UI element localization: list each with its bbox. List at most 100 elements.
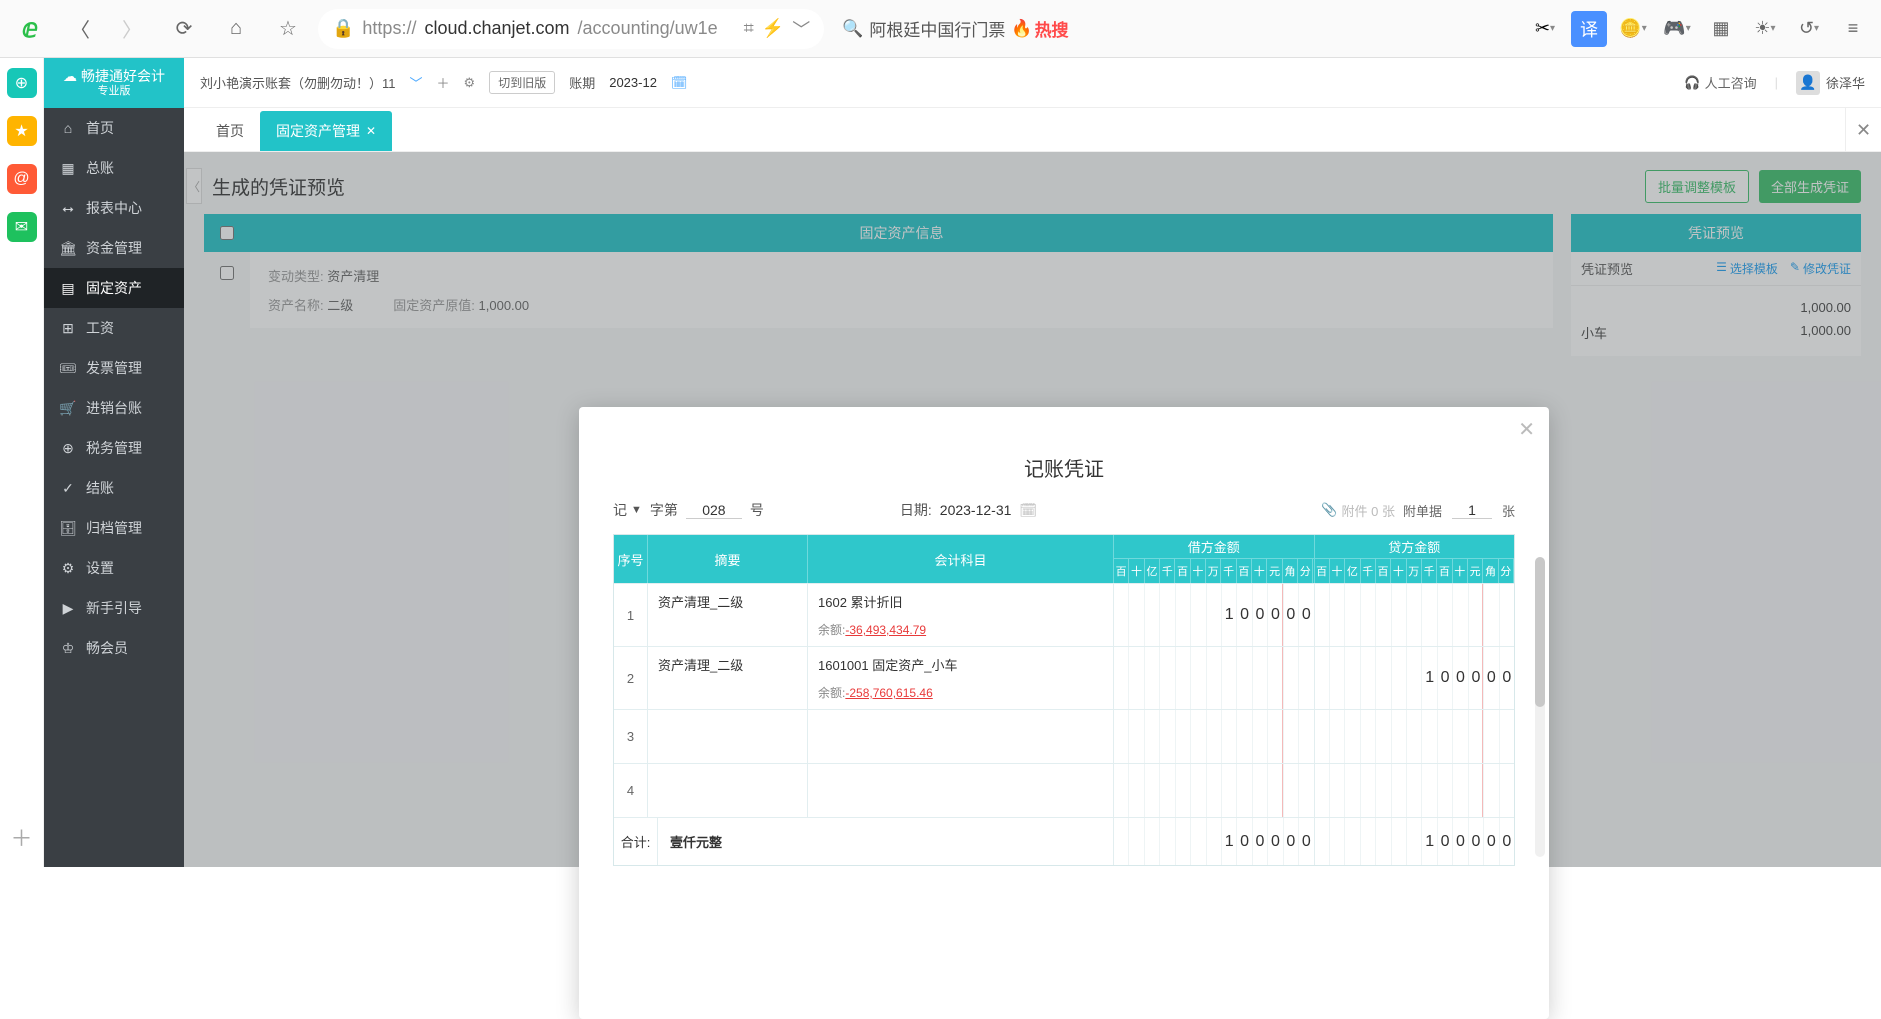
nav-item-结账[interactable]: ✓结账	[44, 468, 184, 508]
wallet-icon[interactable]: 🪙▾	[1615, 11, 1651, 47]
summary-cell[interactable]: 资产清理_二级	[648, 584, 808, 646]
nav-item-设置[interactable]: ⚙设置	[44, 548, 184, 588]
credit-cell[interactable]	[1315, 764, 1515, 817]
scissors-icon[interactable]: ✂▾	[1527, 11, 1563, 47]
history-icon[interactable]: ↺▾	[1791, 11, 1827, 47]
voucher-row[interactable]: 3	[614, 709, 1514, 763]
attachment-link[interactable]: 📎附件 0 张	[1321, 501, 1395, 520]
os-tile-3[interactable]: @	[7, 164, 37, 194]
os-tile-4[interactable]: ✉	[7, 212, 37, 242]
summary-cell[interactable]	[648, 764, 808, 817]
tab-close-icon[interactable]: ✕	[366, 124, 376, 138]
tab-bar: 首页 固定资产管理 ✕ ✕	[184, 108, 1881, 152]
nav-item-首页[interactable]: ⌂首页	[44, 108, 184, 148]
reload-button[interactable]: ⟳	[162, 7, 206, 51]
credit-cell[interactable]	[1315, 710, 1515, 763]
nav-item-发票管理[interactable]: 🎟发票管理	[44, 348, 184, 388]
voucher-table: 序号 摘要 会计科目 借方金额 百十亿千百十万千百十元角分 贷方金额 百十亿千百…	[613, 534, 1515, 866]
subject-cell[interactable]	[808, 710, 1114, 763]
os-add-button[interactable]: ＋	[10, 821, 32, 867]
home-button[interactable]: ⌂	[214, 7, 258, 51]
nav-item-归档管理[interactable]: 🗄归档管理	[44, 508, 184, 548]
debit-cell[interactable]	[1114, 710, 1315, 763]
nav-item-工资[interactable]: ⊞工资	[44, 308, 184, 348]
nav-label: 税务管理	[86, 438, 142, 458]
headset-icon: 🎧	[1684, 75, 1700, 91]
voucher-row[interactable]: 1资产清理_二级1602 累计折旧余额:-36,493,434.79100000	[614, 583, 1514, 646]
consult-link[interactable]: 🎧人工咨询	[1684, 73, 1756, 92]
debit-cell[interactable]: 100000	[1114, 584, 1315, 646]
summary-cell[interactable]: 资产清理_二级	[648, 647, 808, 709]
user-avatar[interactable]: 👤	[1796, 71, 1820, 95]
qr-icon[interactable]: ⌗	[744, 18, 754, 39]
url-path: /accounting/uw1e	[578, 18, 718, 39]
nav-label: 总账	[86, 158, 114, 178]
summary-cell[interactable]	[648, 710, 808, 763]
nav-label: 设置	[86, 558, 114, 578]
voucher-row[interactable]: 2资产清理_二级1601001 固定资产_小车余额:-258,760,615.4…	[614, 646, 1514, 709]
url-dropdown-icon[interactable]: ﹀	[792, 16, 810, 42]
nav-item-总账[interactable]: ▦总账	[44, 148, 184, 188]
nav-item-畅会员[interactable]: ♔畅会员	[44, 628, 184, 668]
subject-cell[interactable]	[808, 764, 1114, 817]
switch-old-button[interactable]: 切到旧版	[489, 71, 555, 94]
debit-header: 借方金额 百十亿千百十万千百十元角分	[1114, 535, 1315, 583]
scrollbar-thumb[interactable]	[1535, 557, 1545, 707]
forward-button[interactable]: 〉	[110, 7, 154, 51]
dataset-name[interactable]: 刘小艳演示账套（勿删勿动！）11	[200, 73, 396, 92]
os-tile-1[interactable]: ⊕	[7, 68, 37, 98]
modal-scrollbar[interactable]	[1535, 557, 1545, 857]
dataset-add-icon[interactable]: ＋	[437, 73, 450, 92]
os-tile-2[interactable]: ★	[7, 116, 37, 146]
app-logo[interactable]: ☁畅捷通好会计 专业版	[44, 58, 184, 108]
tab-fixed-assets[interactable]: 固定资产管理 ✕	[260, 111, 392, 151]
calendar-icon[interactable]: 🗓	[671, 75, 688, 91]
bookmark-button[interactable]: ☆	[266, 7, 310, 51]
app-header: 刘小艳演示账套（勿删勿动！）11 ﹀ ＋ ⚙ 切到旧版 账期 2023-12 🗓…	[184, 58, 1881, 108]
tabs-close-all[interactable]: ✕	[1845, 108, 1881, 152]
nav-item-进销台账[interactable]: 🛒进销台账	[44, 388, 184, 428]
credit-cell[interactable]	[1315, 584, 1515, 646]
browser-brand-icon: ⅇ	[10, 13, 50, 44]
period-value[interactable]: 2023-12	[609, 75, 657, 90]
calendar-icon[interactable]: 🗓	[1019, 502, 1037, 519]
user-name[interactable]: 徐泽华	[1826, 73, 1865, 92]
nav-item-资金管理[interactable]: 🏛资金管理	[44, 228, 184, 268]
subject-cell[interactable]: 1601001 固定资产_小车余额:-258,760,615.46	[808, 647, 1114, 709]
game-icon[interactable]: 🎮▾	[1659, 11, 1695, 47]
slip-count-input[interactable]	[1452, 502, 1492, 519]
tab-home[interactable]: 首页	[200, 111, 260, 151]
voucher-type-select[interactable]: 记 ▼	[613, 500, 642, 520]
hot-search-badge[interactable]: 🔥热搜	[1011, 16, 1068, 41]
search-icon: 🔍	[842, 19, 863, 39]
debit-cell[interactable]	[1114, 764, 1315, 817]
debit-cell[interactable]	[1114, 647, 1315, 709]
credit-cell[interactable]: 100000	[1315, 647, 1515, 709]
nav-item-税务管理[interactable]: ⊕税务管理	[44, 428, 184, 468]
dataset-dropdown-icon[interactable]: ﹀	[410, 73, 423, 92]
page-body: 〈 生成的凭证预览 批量调整模板 全部生成凭证 固定资产信息	[184, 152, 1881, 867]
translate-icon[interactable]: 译	[1571, 11, 1607, 47]
subject-cell[interactable]: 1602 累计折旧余额:-36,493,434.79	[808, 584, 1114, 646]
app-root: ☁畅捷通好会计 专业版 ⌂首页▦总账⭤报表中心🏛资金管理▤固定资产⊞工资🎟发票管…	[44, 58, 1881, 867]
voucher-row[interactable]: 4	[614, 763, 1514, 817]
url-bar[interactable]: 🔒 https://cloud.chanjet.com/accounting/u…	[318, 9, 824, 49]
dataset-settings-icon[interactable]: ⚙	[464, 75, 476, 91]
flash-icon[interactable]: ⚡	[762, 18, 784, 39]
nav-item-固定资产[interactable]: ▤固定资产	[44, 268, 184, 308]
nav-label: 报表中心	[86, 198, 142, 218]
modal-close-button[interactable]: ✕	[1518, 417, 1535, 442]
theme-icon[interactable]: ☀▾	[1747, 11, 1783, 47]
apps-icon[interactable]: ▦	[1703, 11, 1739, 47]
voucher-date[interactable]: 2023-12-31	[940, 502, 1012, 518]
nav-item-新手引导[interactable]: ▶新手引导	[44, 588, 184, 628]
voucher-number-input[interactable]	[686, 502, 742, 519]
search-box[interactable]: 🔍 阿根廷中国行门票 🔥热搜	[832, 16, 1078, 41]
nav-icon: ▶	[60, 600, 76, 617]
nav-item-报表中心[interactable]: ⭤报表中心	[44, 188, 184, 228]
app-sidebar: ☁畅捷通好会计 专业版 ⌂首页▦总账⭤报表中心🏛资金管理▤固定资产⊞工资🎟发票管…	[44, 58, 184, 867]
cloud-icon: ☁	[63, 69, 77, 84]
nav-label: 发票管理	[86, 358, 142, 378]
back-button[interactable]: 〈	[58, 7, 102, 51]
menu-icon[interactable]: ≡	[1835, 11, 1871, 47]
